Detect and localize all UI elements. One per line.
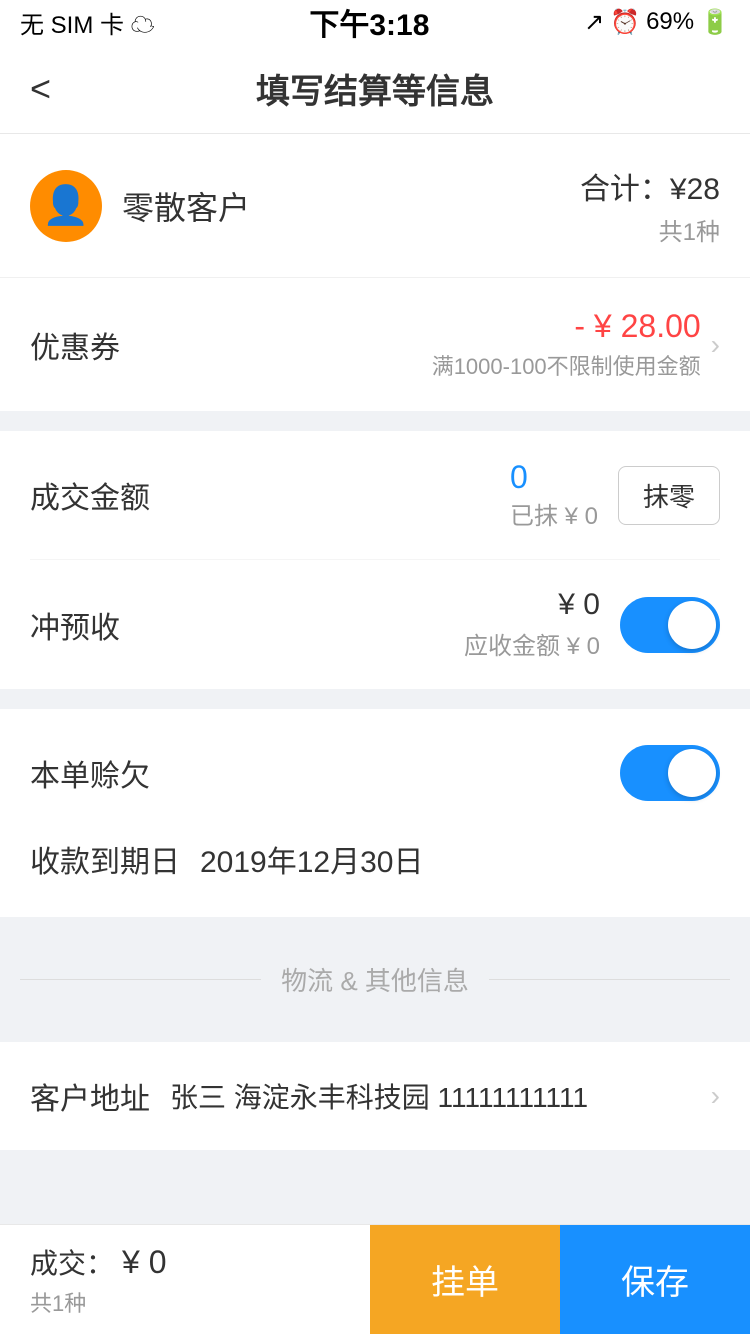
- prepay-sub: 应收金额 ¥ 0: [464, 626, 600, 661]
- prepay-info: ¥ 0 应收金额 ¥ 0: [464, 588, 600, 661]
- deal-amount-value: 0: [510, 459, 598, 496]
- deferred-toggle-knob: [668, 749, 716, 797]
- deferred-row: 本单赊欠: [0, 709, 750, 837]
- bottom-deal-amount: ¥ 0: [122, 1244, 166, 1281]
- avatar-icon: 👤: [42, 184, 89, 228]
- coupon-info: - ¥ 28.00 满1000-100不限制使用金额: [432, 308, 701, 381]
- deal-amount-section: 成交金额 0 已抹 ¥ 0 抹零 冲预收 ¥ 0 应收金额 ¥ 0: [0, 431, 750, 689]
- coupon-amount: - ¥ 28.00: [432, 308, 701, 345]
- due-date-value: 2019年12月30日: [200, 837, 423, 881]
- prepay-label: 冲预收: [30, 603, 120, 647]
- battery-icon: 🔋: [700, 8, 730, 37]
- customer-name: 零散客户: [122, 183, 250, 229]
- avatar: 👤: [30, 170, 102, 242]
- coupon-desc: 满1000-100不限制使用金额: [432, 349, 701, 381]
- deal-amount-right: 0 已抹 ¥ 0 抹零: [510, 459, 720, 531]
- deal-amount-sub: 已抹 ¥ 0: [510, 496, 598, 531]
- customer-total: 合计：¥28 共1种: [580, 164, 720, 247]
- location-icon: ↗: [584, 8, 604, 37]
- coupon-label: 优惠券: [30, 323, 120, 367]
- nav-bar: < 填写结算等信息: [0, 44, 750, 134]
- status-right: ↗ ⏰ 69% 🔋: [584, 8, 730, 37]
- chevron-right-icon: ›: [711, 329, 720, 361]
- customer-row: 👤 零散客户 合计：¥28 共1种: [0, 134, 750, 277]
- deal-amount-row: 成交金额 0 已抹 ¥ 0 抹零: [30, 431, 720, 560]
- logistics-line-left: [20, 979, 261, 980]
- bottom-summary: 成交： ¥ 0 共1种: [0, 1242, 370, 1318]
- logistics-line-right: [489, 979, 730, 980]
- no-sim-text: 无 SIM 卡 ☁: [20, 5, 155, 40]
- address-label: 客户地址: [30, 1074, 150, 1118]
- address-section: 客户地址 张三 海淀永丰科技园 11111111111 ›: [0, 1042, 750, 1150]
- logistics-text: 物流 & 其他信息: [281, 961, 469, 998]
- prepay-right: ¥ 0 应收金额 ¥ 0: [464, 588, 720, 661]
- address-chevron-icon: ›: [711, 1080, 720, 1112]
- total-amount: 合计：¥28: [580, 164, 720, 208]
- page-title: 填写结算等信息: [256, 64, 494, 113]
- deferred-section: 本单赊欠 收款到期日 2019年12月30日: [0, 709, 750, 917]
- address-value: 张三 海淀永丰科技园 11111111111: [170, 1076, 711, 1116]
- prepay-toggle[interactable]: [620, 597, 720, 653]
- address-row[interactable]: 客户地址 张三 海淀永丰科技园 11111111111 ›: [0, 1042, 750, 1150]
- back-button[interactable]: <: [30, 68, 51, 110]
- prepay-row: 冲预收 ¥ 0 应收金额 ¥ 0: [30, 560, 720, 689]
- battery-text: 69%: [646, 8, 694, 36]
- bottom-deal-row: 成交： ¥ 0: [30, 1242, 340, 1282]
- due-date-row: 收款到期日 2019年12月30日: [0, 837, 750, 917]
- round-off-button[interactable]: 抹零: [618, 466, 720, 525]
- status-time: 下午3:18: [309, 0, 429, 44]
- status-bar: 无 SIM 卡 ☁ 下午3:18 ↗ ⏰ 69% 🔋: [0, 0, 750, 44]
- pending-button[interactable]: 挂单: [370, 1225, 560, 1334]
- customer-section: 👤 零散客户 合计：¥28 共1种 优惠券 - ¥ 28.00 满1000-10…: [0, 134, 750, 411]
- bottom-bar: 成交： ¥ 0 共1种 挂单 保存: [0, 1224, 750, 1334]
- bottom-deal-label: 成交：: [30, 1242, 114, 1282]
- deferred-label: 本单赊欠: [30, 751, 150, 795]
- coupon-right: - ¥ 28.00 满1000-100不限制使用金额 ›: [432, 308, 720, 381]
- due-date-label: 收款到期日: [30, 837, 180, 881]
- alarm-icon: ⏰: [610, 8, 640, 37]
- prepay-amount: ¥ 0: [464, 588, 600, 622]
- coupon-row[interactable]: 优惠券 - ¥ 28.00 满1000-100不限制使用金额 ›: [0, 277, 750, 411]
- logistics-section: 物流 & 其他信息: [0, 937, 750, 1022]
- status-left: 无 SIM 卡 ☁: [20, 5, 155, 40]
- total-count: 共1种: [580, 212, 720, 247]
- deal-amount-label: 成交金额: [30, 473, 150, 517]
- customer-info: 👤 零散客户: [30, 170, 250, 242]
- bottom-count: 共1种: [30, 1286, 340, 1318]
- deferred-toggle[interactable]: [620, 745, 720, 801]
- save-button[interactable]: 保存: [560, 1225, 750, 1334]
- toggle-knob: [668, 601, 716, 649]
